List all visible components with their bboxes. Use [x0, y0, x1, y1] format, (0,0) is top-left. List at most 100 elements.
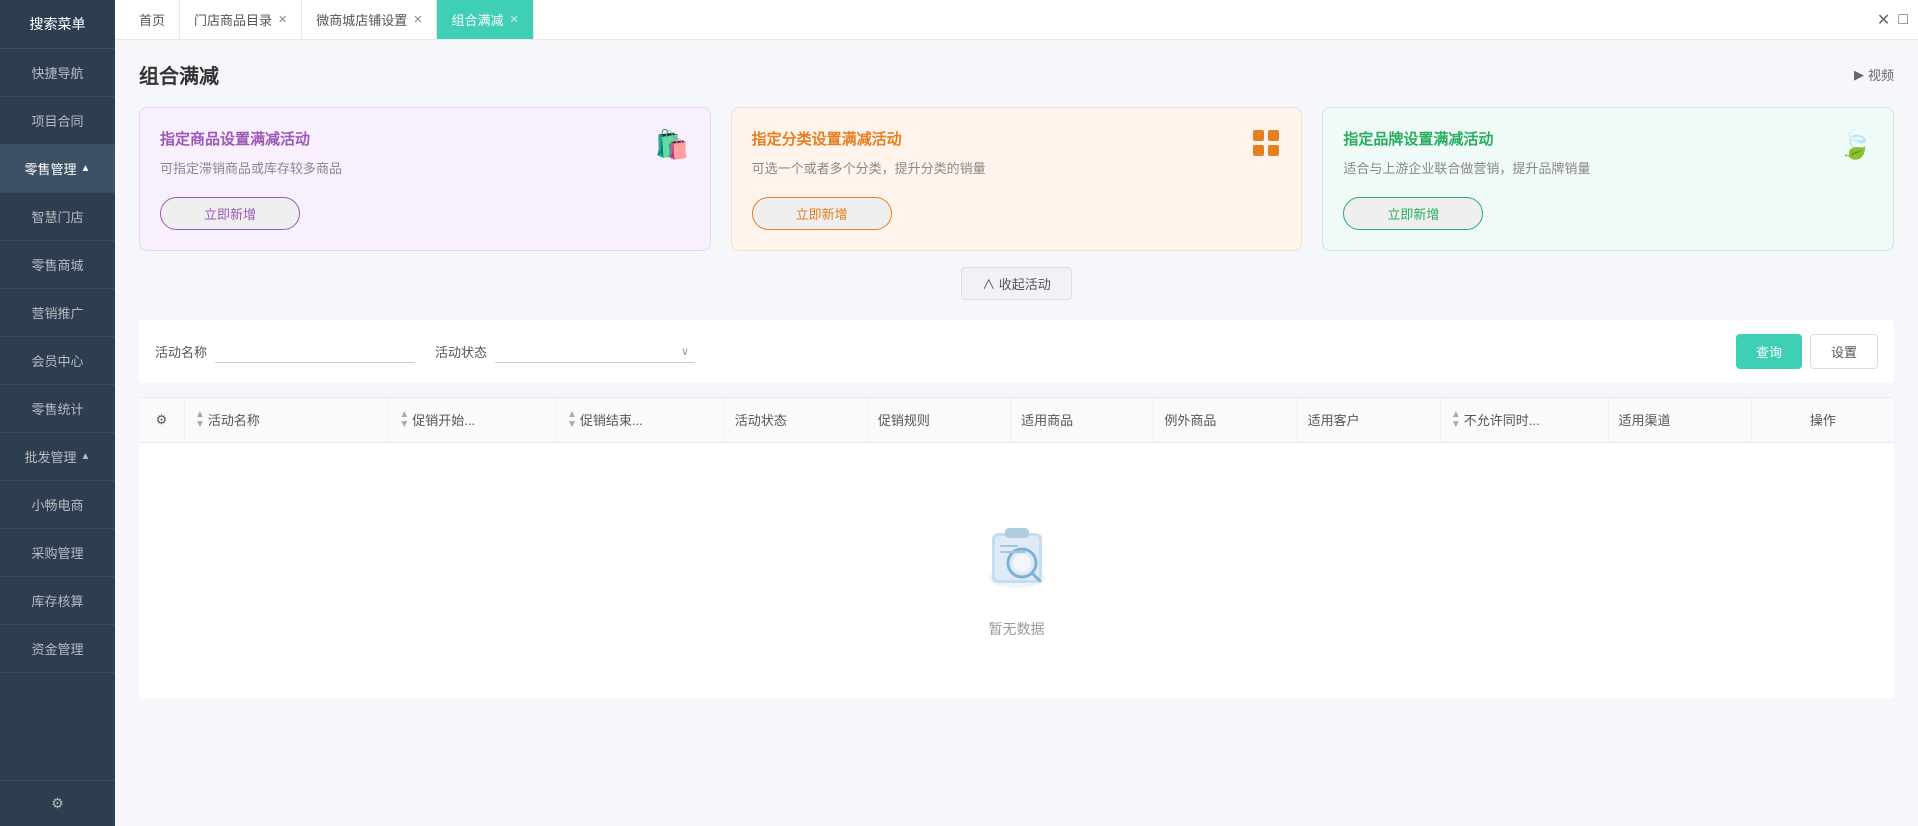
th-ops-label: 操作: [1810, 410, 1836, 429]
retail-mgmt-label: 零售管理: [25, 159, 77, 178]
sort-end-icon: ▲▼: [567, 410, 577, 430]
sidebar-item-marketing[interactable]: 营销推广: [0, 289, 115, 337]
card-category-icon: [1251, 128, 1281, 165]
search-bar: 活动名称 活动状态 进行中 未开始 已结束 ∨ 查询 设置: [139, 320, 1894, 383]
th-goods: 适用商品: [1011, 398, 1154, 441]
tab-home-label: 首页: [139, 10, 165, 29]
empty-text: 暂无数据: [989, 619, 1045, 639]
sort-start-icon: ▲▼: [399, 410, 409, 430]
sidebar-item-inventory[interactable]: 库存核算: [0, 577, 115, 625]
card-category-title: 指定分类设置满减活动: [752, 128, 1282, 149]
card-goods-desc: 可指定滞销商品或库存较多商品: [160, 159, 690, 179]
close-window-icon[interactable]: ✕: [1877, 10, 1890, 30]
video-link[interactable]: ▶ 视频: [1854, 65, 1894, 84]
tab-home[interactable]: 首页: [125, 0, 180, 39]
sidebar-item-smart-store[interactable]: 智慧门店: [0, 193, 115, 241]
card-category-desc: 可选一个或者多个分类，提升分类的销量: [752, 159, 1282, 179]
sidebar-settings-icon[interactable]: ⚙: [0, 780, 115, 826]
search-field-status: 活动状态 进行中 未开始 已结束 ∨: [435, 339, 695, 363]
sidebar-item-xiaochang[interactable]: 小畅电商: [0, 481, 115, 529]
wholesale-mgmt-label: 批发管理: [25, 447, 77, 466]
search-status-label: 活动状态: [435, 342, 487, 361]
sort-name-icon: ▲▼: [195, 410, 205, 430]
card-goods: 指定商品设置满减活动 可指定滞销商品或库存较多商品 🛍️ 立即新增: [139, 107, 711, 251]
th-customer: 适用客户: [1298, 398, 1441, 441]
th-except-label: 例外商品: [1164, 410, 1216, 429]
card-brand: 指定品牌设置满减活动 适合与上游企业联合做营销，提升品牌销量 🍃 立即新增: [1322, 107, 1894, 251]
page-title: 组合满减: [139, 60, 219, 89]
th-status-label: 活动状态: [735, 410, 787, 429]
collapse-activity-button[interactable]: ∧ 收起活动: [961, 267, 1072, 300]
th-channel: 适用渠道: [1609, 398, 1752, 441]
search-name-input[interactable]: [215, 339, 415, 363]
th-customer-label: 适用客户: [1308, 410, 1360, 429]
sidebar-item-retail-mgmt[interactable]: 零售管理 ▲: [0, 145, 115, 193]
empty-state: 暂无数据: [139, 443, 1894, 699]
card-brand-icon: 🍃: [1838, 128, 1873, 161]
play-icon: ▶: [1854, 67, 1864, 83]
collapse-bar: ∧ 收起活动: [139, 267, 1894, 300]
main-area: 首页 门店商品目录 ✕ 微商城店铺设置 ✕ 组合满减 ✕ ✕ □ 组合满减 ▶ …: [115, 0, 1918, 826]
sidebar-item-member-center[interactable]: 会员中心: [0, 337, 115, 385]
sort-no-combine-icon: ▲▼: [1451, 410, 1461, 430]
table-container: ⚙ ▲▼ 活动名称 ▲▼ 促销开始... ▲▼ 促销结束... 活动状态: [139, 397, 1894, 699]
sidebar-search[interactable]: 搜索菜单: [0, 0, 115, 49]
th-start-label: 促销开始...: [412, 410, 475, 429]
card-category-add-button[interactable]: 立即新增: [752, 197, 892, 230]
card-brand-add-button[interactable]: 立即新增: [1343, 197, 1483, 230]
th-rule: 促销规则: [868, 398, 1011, 441]
table-header: ⚙ ▲▼ 活动名称 ▲▼ 促销开始... ▲▼ 促销结束... 活动状态: [139, 397, 1894, 443]
th-start[interactable]: ▲▼ 促销开始...: [389, 398, 557, 442]
card-goods-icon: 🛍️: [655, 128, 690, 161]
tab-wechat-shop[interactable]: 微商城店铺设置 ✕: [302, 0, 437, 39]
search-status-wrapper: 进行中 未开始 已结束 ∨: [495, 339, 695, 363]
card-goods-add-button[interactable]: 立即新增: [160, 197, 300, 230]
tab-wechat-shop-close-icon[interactable]: ✕: [413, 13, 422, 26]
tab-product-catalog[interactable]: 门店商品目录 ✕: [180, 0, 302, 39]
sidebar-item-retail-mall[interactable]: 零售商城: [0, 241, 115, 289]
video-label: 视频: [1868, 65, 1894, 84]
th-no-combine[interactable]: ▲▼ 不允许同时...: [1441, 398, 1609, 442]
content-area: 组合满减 ▶ 视频 指定商品设置满减活动 可指定滞销商品或库存较多商品 🛍️ 立…: [115, 40, 1918, 826]
sidebar-item-retail-stats[interactable]: 零售统计: [0, 385, 115, 433]
th-ops: 操作: [1752, 398, 1894, 441]
th-channel-label: 适用渠道: [1619, 410, 1671, 429]
sidebar-item-finance[interactable]: 资金管理: [0, 625, 115, 673]
sidebar-item-quick-nav[interactable]: 快捷导航: [0, 49, 115, 97]
search-name-label: 活动名称: [155, 342, 207, 361]
sidebar-item-project-contract[interactable]: 项目合同: [0, 97, 115, 145]
th-goods-label: 适用商品: [1021, 410, 1073, 429]
tab-product-catalog-close-icon[interactable]: ✕: [278, 13, 287, 26]
settings-button[interactable]: 设置: [1810, 334, 1878, 369]
th-name-label: 活动名称: [208, 410, 260, 429]
card-brand-desc: 适合与上游企业联合做营销，提升品牌销量: [1343, 159, 1873, 179]
th-gear[interactable]: ⚙: [139, 400, 185, 440]
tab-bar: 首页 门店商品目录 ✕ 微商城店铺设置 ✕ 组合满减 ✕ ✕ □: [115, 0, 1918, 40]
tab-wechat-shop-label: 微商城店铺设置: [316, 10, 407, 29]
th-name[interactable]: ▲▼ 活动名称: [185, 398, 389, 442]
sidebar-item-wholesale-mgmt[interactable]: 批发管理 ▲: [0, 433, 115, 481]
card-brand-title: 指定品牌设置满减活动: [1343, 128, 1873, 149]
tab-combo-discount-label: 组合满减: [451, 10, 503, 29]
th-no-combine-label: 不允许同时...: [1464, 410, 1540, 429]
empty-illustration: [967, 503, 1067, 603]
th-except: 例外商品: [1154, 398, 1297, 441]
tab-bar-controls: ✕ □: [1877, 10, 1908, 30]
tab-product-catalog-label: 门店商品目录: [194, 10, 272, 29]
gear-icon: ⚙: [156, 412, 168, 428]
card-goods-title: 指定商品设置满减活动: [160, 128, 690, 149]
tab-combo-discount[interactable]: 组合满减 ✕: [437, 0, 533, 39]
sidebar-item-purchase-mgmt[interactable]: 采购管理: [0, 529, 115, 577]
wholesale-mgmt-arrow-icon: ▲: [81, 451, 91, 462]
sidebar: 搜索菜单 快捷导航 项目合同 零售管理 ▲ 智慧门店 零售商城 营销推广 会员中…: [0, 0, 115, 826]
retail-mgmt-arrow-icon: ▲: [81, 163, 91, 174]
search-field-name: 活动名称: [155, 339, 415, 363]
tab-combo-discount-close-icon[interactable]: ✕: [510, 13, 519, 26]
card-category: 指定分类设置满减活动 可选一个或者多个分类，提升分类的销量 立即新增: [731, 107, 1303, 251]
th-end-label: 促销结束...: [580, 410, 643, 429]
th-end[interactable]: ▲▼ 促销结束...: [557, 398, 725, 442]
minimize-window-icon[interactable]: □: [1898, 11, 1908, 29]
query-button[interactable]: 查询: [1736, 334, 1802, 369]
search-status-select[interactable]: 进行中 未开始 已结束: [495, 339, 695, 363]
th-status: 活动状态: [725, 398, 868, 441]
